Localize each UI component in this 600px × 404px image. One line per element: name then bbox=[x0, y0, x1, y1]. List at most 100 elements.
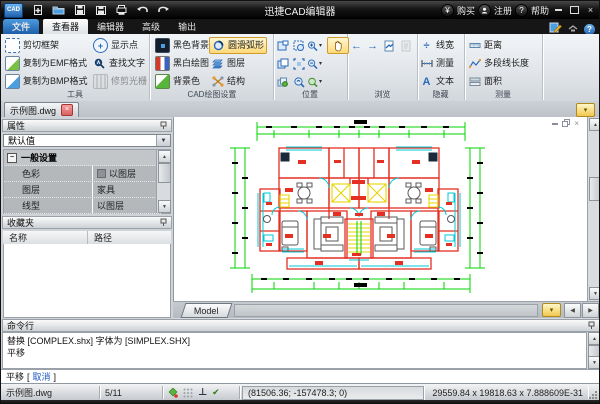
command-history[interactable]: 替换 [COMPLEX.shx] 字体为 [SIMPLEX.SHX] 平移 bbox=[2, 332, 587, 369]
zoom-previous-button[interactable] bbox=[275, 56, 290, 71]
scroll-down-icon[interactable]: ▼ bbox=[588, 356, 600, 369]
scroll-thumb[interactable] bbox=[589, 177, 600, 201]
draft-toggle-icon[interactable]: ✔ bbox=[212, 387, 220, 398]
pan-button[interactable] bbox=[327, 37, 349, 54]
property-row-layer[interactable]: 图层 家具 bbox=[4, 182, 161, 198]
measure-toggle-button[interactable]: 测量 bbox=[420, 56, 454, 71]
ortho-toggle-icon[interactable]: ⊥ bbox=[198, 387, 207, 398]
hscroll-collapse-button[interactable]: ▾ bbox=[542, 303, 561, 317]
drawing-canvas[interactable]: × ▲ ▼ bbox=[173, 117, 600, 301]
column-name[interactable]: 名称 bbox=[3, 231, 88, 244]
layers-button[interactable]: 图层 bbox=[211, 56, 245, 71]
cut-frame-icon bbox=[5, 38, 20, 53]
command-line-1: 替换 [COMPLEX.shx] 字体为 [SIMPLEX.SHX] bbox=[7, 335, 582, 347]
snap-marker-icon[interactable] bbox=[168, 388, 178, 398]
tab-editor[interactable]: 编辑器 bbox=[88, 19, 133, 34]
zoom-in-button[interactable]: ▾ bbox=[307, 38, 322, 53]
pin-icon[interactable] bbox=[160, 218, 167, 227]
tab-output[interactable]: 输出 bbox=[169, 19, 205, 34]
copy-bmp-button[interactable]: 复制为BMP格式 bbox=[5, 74, 88, 89]
document-tab[interactable]: 示例图.dwg × bbox=[4, 102, 79, 117]
polyline-length-button[interactable]: 多段线长度 bbox=[468, 56, 529, 71]
scroll-thumb[interactable] bbox=[158, 163, 171, 183]
cut-frame-button[interactable]: 剪切框架 bbox=[5, 38, 59, 53]
document-close-icon[interactable]: × bbox=[61, 104, 73, 116]
hscroll-right-button[interactable]: ▶ bbox=[582, 303, 599, 318]
print-button[interactable] bbox=[113, 3, 130, 17]
register-button[interactable]: 注册 bbox=[478, 4, 512, 17]
undo-button[interactable] bbox=[134, 3, 151, 17]
new-file-button[interactable] bbox=[29, 3, 46, 17]
area-button[interactable]: 面积 bbox=[468, 74, 502, 89]
property-grid-scrollbar[interactable]: ▲ ▼ bbox=[156, 150, 170, 213]
pin-icon[interactable] bbox=[588, 321, 595, 330]
area-icon bbox=[468, 75, 481, 88]
scroll-down-icon[interactable]: ▼ bbox=[589, 287, 600, 300]
tab-advanced[interactable]: 高级 bbox=[133, 19, 169, 34]
hscroll-left-button[interactable]: ◀ bbox=[564, 303, 581, 318]
close-button[interactable]: × bbox=[584, 4, 597, 16]
copy-emf-button[interactable]: 复制为EMF格式 bbox=[5, 56, 87, 71]
show-points-button[interactable]: + 显示点 bbox=[93, 38, 138, 53]
zoom-scale-button[interactable]: ▾ bbox=[307, 74, 322, 89]
maximize-button[interactable] bbox=[568, 4, 581, 16]
child-close-icon[interactable]: × bbox=[574, 120, 579, 128]
resize-grip[interactable] bbox=[588, 390, 597, 399]
browse-forward-button[interactable]: → bbox=[365, 38, 380, 53]
minimize-button[interactable] bbox=[552, 4, 565, 16]
smooth-arc-button[interactable]: 圆滑弧形 bbox=[209, 37, 267, 54]
property-row-color[interactable]: 色彩 以图层 bbox=[4, 166, 161, 182]
find-text-button[interactable]: 查找文字 bbox=[93, 56, 145, 71]
column-path[interactable]: 路径 bbox=[88, 231, 112, 244]
open-file-button[interactable] bbox=[50, 3, 67, 17]
structure-button[interactable]: 结构 bbox=[211, 74, 245, 89]
scroll-up-icon[interactable]: ▲ bbox=[588, 332, 600, 345]
scroll-up-icon[interactable]: ▲ bbox=[158, 150, 171, 163]
help-button[interactable]: ? 帮助 bbox=[515, 4, 549, 17]
browse-back-button[interactable]: ← bbox=[349, 38, 364, 53]
black-bg-button[interactable]: 黑色背景 bbox=[155, 38, 209, 53]
tab-viewer[interactable]: 查看器 bbox=[43, 19, 88, 34]
child-restore-icon[interactable] bbox=[562, 119, 570, 129]
preset-dropdown[interactable]: 默认值 ▼ bbox=[3, 134, 171, 147]
buy-button[interactable]: ¥ 购买 bbox=[441, 4, 475, 17]
quick-help-button[interactable]: ? bbox=[584, 24, 595, 35]
cancel-link[interactable]: 取消 bbox=[33, 370, 51, 383]
command-prompt-row[interactable]: 平移 [ 取消 ] bbox=[1, 369, 599, 383]
pin-icon[interactable] bbox=[160, 121, 167, 130]
property-group-row[interactable]: − 一般设置 bbox=[4, 150, 161, 166]
zoom-window-button[interactable] bbox=[275, 38, 290, 53]
ribbon-collapse-icon[interactable] bbox=[568, 24, 578, 34]
collapse-minus-icon[interactable]: − bbox=[7, 153, 17, 163]
status-coordinates: (81506.36; -157478.3; 0) bbox=[242, 386, 424, 400]
text-toggle-button[interactable]: A 文本 bbox=[420, 74, 454, 89]
zoom-out-button[interactable]: ▾ bbox=[307, 56, 322, 71]
ribbon-group-browse: ← → 浏览 bbox=[348, 34, 418, 100]
zoom-in-icon bbox=[307, 40, 318, 52]
canvas-hscroll-track[interactable] bbox=[234, 304, 538, 317]
line-width-button[interactable]: ÷ 线宽 bbox=[420, 38, 454, 53]
save-as-button[interactable] bbox=[92, 3, 109, 17]
zoom-object-button[interactable] bbox=[291, 74, 306, 89]
grid-toggle-icon[interactable] bbox=[183, 388, 193, 398]
bw-draw-button[interactable]: 黑白绘图 bbox=[155, 56, 209, 71]
canvas-vscrollbar[interactable]: ▲ ▼ bbox=[587, 117, 600, 301]
pencil-page-icon bbox=[549, 22, 562, 33]
bg-color-button[interactable]: 背景色 bbox=[155, 74, 200, 89]
tab-file[interactable]: 文件 bbox=[3, 19, 39, 34]
command-scrollbar[interactable]: ▲ ▼ bbox=[586, 332, 600, 369]
view-cascade-button[interactable] bbox=[275, 74, 290, 89]
zoom-extents-button[interactable] bbox=[291, 56, 306, 71]
scroll-up-icon[interactable]: ▲ bbox=[589, 118, 600, 131]
model-tab[interactable]: Model bbox=[181, 303, 232, 318]
zoom-select-button[interactable] bbox=[291, 38, 306, 53]
redo-button[interactable] bbox=[155, 3, 172, 17]
panel-collapse-button[interactable]: ▾ bbox=[576, 103, 595, 117]
scroll-down-icon[interactable]: ▼ bbox=[158, 200, 171, 213]
save-button[interactable] bbox=[71, 3, 88, 17]
child-minimize-icon[interactable] bbox=[552, 123, 558, 125]
browse-page-button[interactable] bbox=[381, 38, 396, 53]
favorites-list[interactable] bbox=[3, 244, 171, 318]
distance-button[interactable]: 距离 bbox=[468, 38, 502, 53]
property-row-linetype[interactable]: 线型 以图层 bbox=[4, 198, 161, 214]
